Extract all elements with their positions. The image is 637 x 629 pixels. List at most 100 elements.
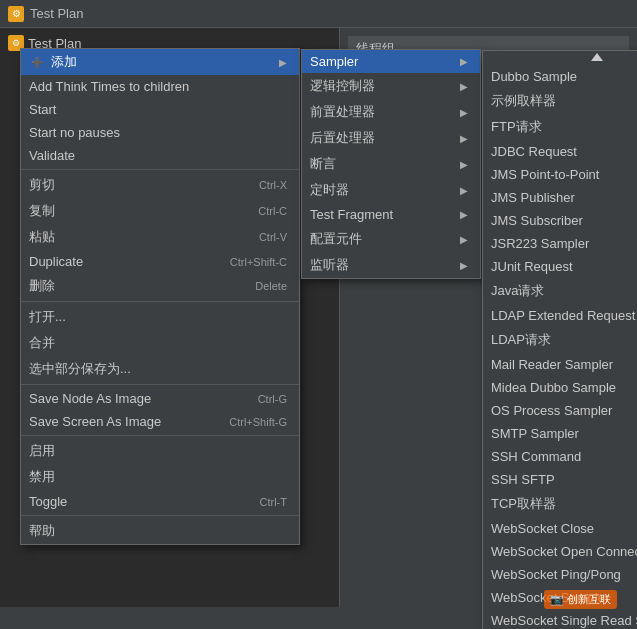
menu-toggle-label: Toggle <box>29 494 67 509</box>
submenu-l2-sampler-label: Sampler <box>310 54 358 69</box>
menu-savescreenimage-shortcut: Ctrl+Shift-G <box>229 416 287 428</box>
menu-merge-label: 合并 <box>29 334 55 352</box>
sampler-ws-single-read[interactable]: WebSocket Single Read Sampler <box>483 609 637 629</box>
sampler-jms-sub-label: JMS Subscriber <box>491 213 583 228</box>
menu-item-paste[interactable]: 粘贴 Ctrl-V <box>21 224 299 250</box>
sampler-junit[interactable]: JUnit Request <box>483 255 637 278</box>
menu-item-validate[interactable]: Validate <box>21 144 299 167</box>
menu-duplicate-shortcut: Ctrl+Shift-C <box>230 256 287 268</box>
menu-item-merge[interactable]: 合并 <box>21 330 299 356</box>
submenu-l2-listener-label: 监听器 <box>310 256 349 274</box>
sampler-jms-pub-label: JMS Publisher <box>491 190 575 205</box>
submenu-l2-postproc[interactable]: 后置处理器 ▶ <box>302 125 480 151</box>
menu-toggle-shortcut: Ctrl-T <box>260 496 288 508</box>
title-text: Test Plan <box>30 6 83 21</box>
menu-cut-label: 剪切 <box>29 176 55 194</box>
submenu-l2-postproc-label: 后置处理器 <box>310 129 375 147</box>
menu-item-open[interactable]: 打开... <box>21 304 299 330</box>
submenu-l2-config-label: 配置元件 <box>310 230 362 248</box>
submenu-l2-assertion[interactable]: 断言 ▶ <box>302 151 480 177</box>
submenu-l2-timer[interactable]: 定时器 ▶ <box>302 177 480 203</box>
menu-copy-shortcut: Ctrl-C <box>258 205 287 217</box>
menu-item-copy[interactable]: 复制 Ctrl-C <box>21 198 299 224</box>
fragment-arrow: ▶ <box>460 209 468 220</box>
sampler-java[interactable]: Java请求 <box>483 278 637 304</box>
sampler-os-process[interactable]: OS Process Sampler <box>483 399 637 422</box>
menu-help-label: 帮助 <box>29 522 55 540</box>
menu-item-enable[interactable]: 启用 <box>21 438 299 464</box>
context-menu: ➕ 添加 ▶ Add Think Times to children Start… <box>20 48 300 545</box>
menu-item-cut[interactable]: 剪切 Ctrl-X <box>21 172 299 198</box>
submenu-l2: Sampler ▶ 逻辑控制器 ▶ 前置处理器 ▶ <box>301 49 481 279</box>
sampler-ws-ping[interactable]: WebSocket Ping/Pong <box>483 563 637 586</box>
submenu-l2-fragment[interactable]: Test Fragment ▶ <box>302 203 480 226</box>
sampler-ssh-cmd[interactable]: SSH Command <box>483 445 637 468</box>
timer-arrow: ▶ <box>460 185 468 196</box>
listener-arrow: ▶ <box>460 260 468 271</box>
submenu-l2-preproc[interactable]: 前置处理器 ▶ <box>302 99 480 125</box>
menu-item-savescreenimage[interactable]: Save Screen As Image Ctrl+Shift-G <box>21 410 299 433</box>
sampler-jsr223[interactable]: JSR223 Sampler <box>483 232 637 255</box>
logic-arrow: ▶ <box>460 81 468 92</box>
menu-delete-shortcut: Delete <box>255 280 287 292</box>
sampler-midea-dubbo[interactable]: Midea Dubbo Sample <box>483 376 637 399</box>
sampler-tcp[interactable]: TCP取样器 <box>483 491 637 517</box>
menu-add-label: 添加 <box>51 53 77 71</box>
menu-item-duplicate[interactable]: Duplicate Ctrl+Shift-C <box>21 250 299 273</box>
sampler-example[interactable]: 示例取样器 <box>483 88 637 114</box>
sampler-ws-close[interactable]: WebSocket Close <box>483 517 637 540</box>
sampler-dubbo[interactable]: Dubbo Sample <box>483 65 637 88</box>
sampler-os-process-label: OS Process Sampler <box>491 403 612 418</box>
submenu-l2-logic[interactable]: 逻辑控制器 ▶ <box>302 73 480 99</box>
sampler-mail-label: Mail Reader Sampler <box>491 357 613 372</box>
menu-item-savenodeimage[interactable]: Save Node As Image Ctrl-G <box>21 387 299 410</box>
submenu-l2-preproc-label: 前置处理器 <box>310 103 375 121</box>
sampler-jms-pub[interactable]: JMS Publisher <box>483 186 637 209</box>
menu-item-delete[interactable]: 删除 Delete <box>21 273 299 299</box>
scroll-up-triangle <box>591 53 603 61</box>
menu-savescreenimage-label: Save Screen As Image <box>29 414 161 429</box>
sampler-jms-sub[interactable]: JMS Subscriber <box>483 209 637 232</box>
sampler-ssh-cmd-label: SSH Command <box>491 449 581 464</box>
submenu-l2-listener[interactable]: 监听器 ▶ <box>302 252 480 278</box>
menu-validate-label: Validate <box>29 148 75 163</box>
sampler-ws-open[interactable]: WebSocket Open Connection <box>483 540 637 563</box>
sampler-ftp[interactable]: FTP请求 <box>483 114 637 140</box>
watermark-icon: 📷 <box>550 593 564 605</box>
menu-item-start[interactable]: Start <box>21 98 299 121</box>
scroll-up-indicator[interactable] <box>483 51 637 65</box>
separator-4 <box>21 435 299 436</box>
menu-item-disable[interactable]: 禁用 <box>21 464 299 490</box>
menu-disable-label: 禁用 <box>29 468 55 486</box>
left-panel: ⚙ Test Plan ▶ 线程组 ➕ 添加 ▶ Add Think Times… <box>0 28 340 607</box>
sampler-ldap-ext[interactable]: LDAP Extended Request <box>483 304 637 327</box>
submenu-l3-sampler[interactable]: Dubbo Sample 示例取样器 FTP请求 JDBC Request JM… <box>482 50 637 629</box>
submenu-l2-config[interactable]: 配置元件 ▶ <box>302 226 480 252</box>
title-bar: ⚙ Test Plan <box>0 0 637 28</box>
submenu-l2-sampler[interactable]: Sampler ▶ <box>302 50 480 73</box>
sampler-smtp[interactable]: SMTP Sampler <box>483 422 637 445</box>
sampler-mail[interactable]: Mail Reader Sampler <box>483 353 637 376</box>
menu-paste-shortcut: Ctrl-V <box>259 231 287 243</box>
watermark: 📷 创新互联 <box>544 590 617 609</box>
menu-startnopause-label: Start no pauses <box>29 125 120 140</box>
menu-item-startnopause[interactable]: Start no pauses <box>21 121 299 144</box>
sampler-ldap-label: LDAP请求 <box>491 331 551 349</box>
sampler-example-label: 示例取样器 <box>491 92 556 110</box>
menu-item-toggle[interactable]: Toggle Ctrl-T <box>21 490 299 513</box>
sampler-jdbc[interactable]: JDBC Request <box>483 140 637 163</box>
main-area: ⚙ Test Plan ▶ 线程组 ➕ 添加 ▶ Add Think Times… <box>0 28 637 607</box>
sampler-ldap-ext-label: LDAP Extended Request <box>491 308 635 323</box>
sampler-ssh-sftp-label: SSH SFTP <box>491 472 555 487</box>
sampler-jdbc-label: JDBC Request <box>491 144 577 159</box>
sampler-jms-ptp[interactable]: JMS Point-to-Point <box>483 163 637 186</box>
sampler-ssh-sftp[interactable]: SSH SFTP <box>483 468 637 491</box>
submenu-l2-assertion-label: 断言 <box>310 155 336 173</box>
separator-3 <box>21 384 299 385</box>
menu-item-addthink[interactable]: Add Think Times to children <box>21 75 299 98</box>
menu-savenodeimage-label: Save Node As Image <box>29 391 151 406</box>
menu-item-saveas[interactable]: 选中部分保存为... <box>21 356 299 382</box>
menu-item-add[interactable]: ➕ 添加 ▶ <box>21 49 299 75</box>
sampler-ldap[interactable]: LDAP请求 <box>483 327 637 353</box>
menu-item-help[interactable]: 帮助 <box>21 518 299 544</box>
